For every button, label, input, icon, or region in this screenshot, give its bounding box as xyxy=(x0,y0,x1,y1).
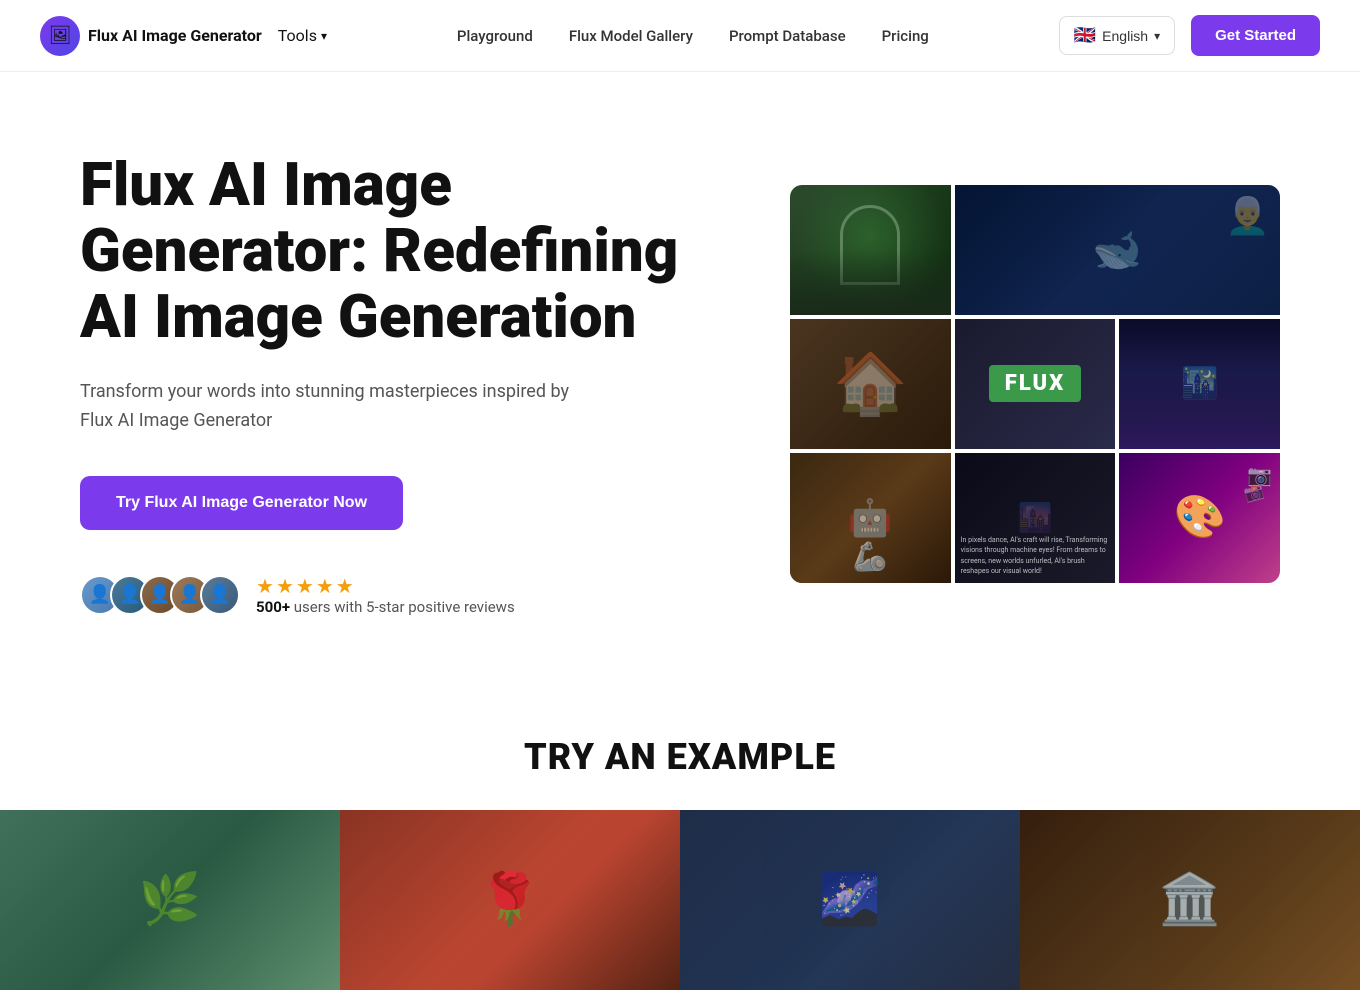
try-example-section: TRY AN EXAMPLE 🌿 🌹 🌌 🏛️ xyxy=(0,676,1360,990)
gallery-image-2: 🐋 👨‍🦳 xyxy=(955,185,1280,315)
hero-cta-button[interactable]: Try Flux AI Image Generator Now xyxy=(80,476,403,530)
star-1: ★ xyxy=(256,574,274,598)
nav-link-flux-model-gallery[interactable]: Flux Model Gallery xyxy=(569,27,693,45)
nav-brand[interactable]: 🖼 Flux AI Image Generator Tools ▾ xyxy=(40,16,327,56)
gallery-image-8: 🎨 📷 📸 xyxy=(1119,453,1280,583)
try-example-title: TRY AN EXAMPLE xyxy=(0,736,1360,778)
gallery-image-6: 🤖 🦾 xyxy=(790,453,951,583)
gallery-image-4: FLUX xyxy=(955,319,1116,449)
brand-name: Flux AI Image Generator xyxy=(88,26,262,45)
tools-label: Tools xyxy=(278,26,317,45)
gallery-image-5: 🌃 xyxy=(1119,319,1280,449)
example-card-2[interactable]: 🌹 xyxy=(340,810,680,990)
poem-overlay: In pixels dance, AI's craft will rise, T… xyxy=(961,535,1110,577)
hero-title: Flux AI Image Generator: Redefining AI I… xyxy=(80,152,704,350)
star-3: ★ xyxy=(296,574,314,598)
reviews-count: 500+ xyxy=(256,598,290,616)
language-selector[interactable]: 🇬🇧 English ▾ xyxy=(1059,16,1175,55)
nav-link-prompt-database[interactable]: Prompt Database xyxy=(729,27,846,45)
example-card-3[interactable]: 🌌 xyxy=(680,810,1020,990)
gallery-image-1 xyxy=(790,185,951,315)
flag-icon: 🇬🇧 xyxy=(1074,25,1096,46)
nav-link-playground[interactable]: Playground xyxy=(457,27,533,45)
social-proof: 👤 👤 👤 👤 👤 ★ ★ ★ ★ ★ 500+ users with 5-st… xyxy=(80,574,704,616)
user-avatars: 👤 👤 👤 👤 👤 xyxy=(80,575,240,615)
hero-section: Flux AI Image Generator: Redefining AI I… xyxy=(0,72,1360,676)
nav-links: Playground Flux Model Gallery Prompt Dat… xyxy=(457,27,929,45)
logo-icon: 🖼 xyxy=(40,16,80,56)
lang-chevron-icon: ▾ xyxy=(1154,29,1160,43)
gallery-image-3: 🏠 xyxy=(790,319,951,449)
language-label: English xyxy=(1102,28,1148,44)
example-card-1[interactable]: 🌿 xyxy=(0,810,340,990)
logo-emoji: 🖼 xyxy=(49,25,72,46)
navbar: 🖼 Flux AI Image Generator Tools ▾ Playgr… xyxy=(0,0,1360,72)
ratings-group: ★ ★ ★ ★ ★ 500+ users with 5-star positiv… xyxy=(256,574,515,616)
star-5: ★ xyxy=(336,574,354,598)
star-rating: ★ ★ ★ ★ ★ xyxy=(256,574,515,598)
example-card-4[interactable]: 🏛️ xyxy=(1020,810,1360,990)
gallery-grid: 🐋 👨‍🦳 🏠 FLUX 🌃 xyxy=(790,185,1280,583)
hero-subtitle: Transform your words into stunning maste… xyxy=(80,378,600,436)
nav-link-pricing[interactable]: Pricing xyxy=(882,27,929,45)
flux-label: FLUX xyxy=(989,365,1081,402)
chevron-down-icon: ▾ xyxy=(321,29,327,43)
star-2: ★ xyxy=(276,574,294,598)
hero-image-grid: 🐋 👨‍🦳 🏠 FLUX 🌃 xyxy=(752,185,1280,583)
nav-actions: 🇬🇧 English ▾ Get Started xyxy=(1059,15,1320,56)
avatar-5: 👤 xyxy=(200,575,240,615)
example-strip: 🌿 🌹 🌌 🏛️ xyxy=(0,810,1360,990)
tools-dropdown[interactable]: Tools ▾ xyxy=(278,26,327,45)
reviews-label: users with 5-star positive reviews xyxy=(294,598,515,616)
hero-content: Flux AI Image Generator: Redefining AI I… xyxy=(80,152,704,616)
gallery-image-7: 🌆 In pixels dance, AI's craft will rise,… xyxy=(955,453,1116,583)
star-4: ★ xyxy=(316,574,334,598)
get-started-button[interactable]: Get Started xyxy=(1191,15,1320,56)
robot-icon: 🦾 xyxy=(853,540,888,573)
reviews-text: 500+ users with 5-star positive reviews xyxy=(256,598,515,616)
